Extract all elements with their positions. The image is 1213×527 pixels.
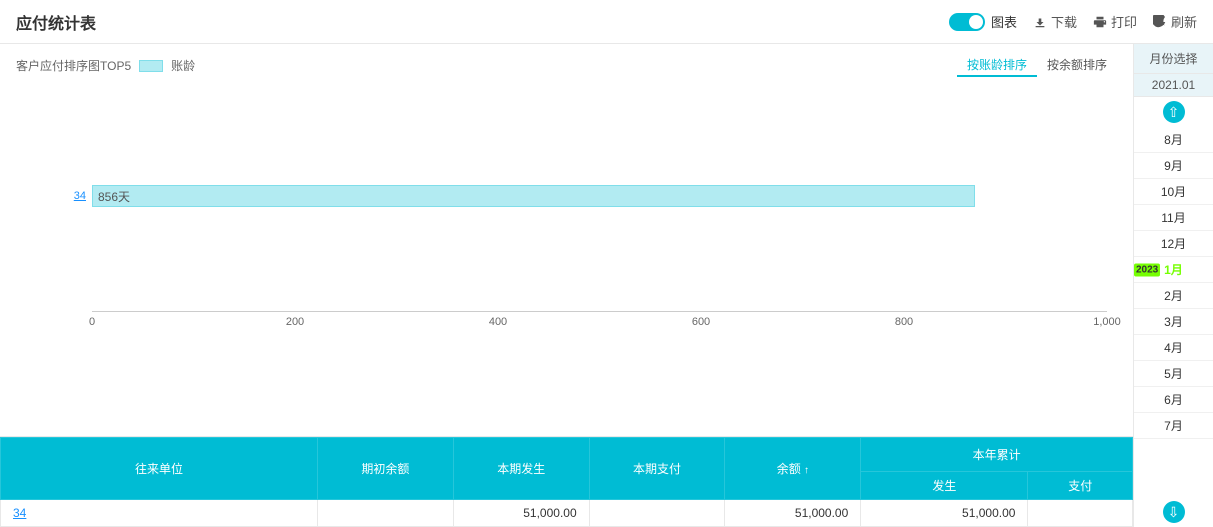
sidebar-down-button[interactable]: ⇩ — [1134, 497, 1213, 527]
print-icon — [1093, 15, 1107, 29]
col-ytd-occur: 发生 — [861, 472, 1028, 500]
page-container: 应付统计表 图表 下载 打印 刷新 — [0, 0, 1213, 527]
refresh-button[interactable]: 刷新 — [1153, 12, 1197, 31]
x-tick-200: 200 — [286, 316, 304, 328]
up-arrow-icon[interactable]: ⇧ — [1163, 101, 1185, 123]
month-item[interactable]: 3月 — [1134, 309, 1213, 335]
right-sidebar: 月份选择 2021.01 ⇧ 8月9月10月11月12月20231月2月3月4月… — [1133, 44, 1213, 527]
page-title: 应付统计表 — [16, 10, 96, 34]
month-item[interactable]: 2月 — [1134, 283, 1213, 309]
print-button[interactable]: 打印 — [1093, 12, 1137, 31]
sort-by-age-button[interactable]: 按账龄排序 — [957, 54, 1037, 77]
main-content: 客户应付排序图TOP5 账龄 按账龄排序 按余额排序 34 — [0, 44, 1213, 527]
download-icon — [1033, 15, 1047, 29]
sort-by-balance-button[interactable]: 按余额排序 — [1037, 54, 1117, 77]
cell-current-occur: 51,000.00 — [453, 500, 589, 527]
bar-days-34: 856天 — [98, 188, 130, 205]
cell-current-pay — [589, 500, 725, 527]
refresh-icon — [1153, 15, 1167, 29]
col-current-pay: 本期支付 — [589, 438, 725, 500]
x-tick-600: 600 — [692, 316, 710, 328]
cell-balance: 51,000.00 — [725, 500, 861, 527]
month-item[interactable]: 9月 — [1134, 153, 1213, 179]
chart-legend-title: 客户应付排序图TOP5 — [16, 57, 131, 74]
x-tick-400: 400 — [489, 316, 507, 328]
chart-section: 客户应付排序图TOP5 账龄 按账龄排序 按余额排序 34 — [0, 44, 1133, 437]
month-item[interactable]: 11月 — [1134, 205, 1213, 231]
col-current-occur: 本期发生 — [453, 438, 589, 500]
x-tick-1000: 1,000 — [1093, 316, 1121, 328]
x-tick-800: 800 — [895, 316, 913, 328]
chart-header: 客户应付排序图TOP5 账龄 按账龄排序 按余额排序 — [16, 54, 1117, 77]
header-actions: 图表 下载 打印 刷新 — [949, 12, 1197, 31]
chart-legend-box-label: 账龄 — [171, 57, 195, 74]
cell-ytd-pay — [1028, 500, 1133, 527]
header: 应付统计表 图表 下载 打印 刷新 — [0, 0, 1213, 44]
month-item[interactable]: 20231月 — [1134, 257, 1213, 283]
download-button[interactable]: 下载 — [1033, 12, 1077, 31]
cell-unit: 34 — [1, 500, 318, 527]
chart-toggle[interactable] — [949, 13, 985, 31]
month-item[interactable]: 10月 — [1134, 179, 1213, 205]
table-header-row: 往来单位 期初余额 本期发生 本期支付 余额 ↑ 本年累计 — [1, 438, 1133, 472]
table-section: 往来单位 期初余额 本期发生 本期支付 余额 ↑ 本年累计 发生 — [0, 437, 1133, 527]
balance-sort-icon[interactable]: ↑ — [804, 465, 809, 476]
year-badge: 2023 — [1134, 263, 1160, 276]
col-unit: 往来单位 — [1, 438, 318, 500]
col-opening: 期初余额 — [317, 438, 453, 500]
col-balance: 余额 ↑ — [725, 438, 861, 500]
chart-toggle-wrap[interactable]: 图表 — [949, 12, 1017, 31]
data-table: 往来单位 期初余额 本期发生 本期支付 余额 ↑ 本年累计 发生 — [0, 437, 1133, 527]
month-item[interactable]: 5月 — [1134, 361, 1213, 387]
col-ytd-pay: 支付 — [1028, 472, 1133, 500]
chart-toggle-label: 图表 — [991, 12, 1017, 31]
sidebar-current-display: 2021.01 — [1134, 74, 1213, 97]
bar-fill-34 — [92, 185, 975, 207]
legend-color-box — [139, 60, 163, 72]
month-item[interactable]: 12月 — [1134, 231, 1213, 257]
month-item[interactable]: 6月 — [1134, 387, 1213, 413]
cell-opening — [317, 500, 453, 527]
unit-link[interactable]: 34 — [13, 506, 26, 520]
chart-area: 客户应付排序图TOP5 账龄 按账龄排序 按余额排序 34 — [0, 44, 1133, 527]
bar-label-34[interactable]: 34 — [56, 190, 92, 202]
bar-chart: 34 856天 0 200 400 600 800 — [16, 85, 1117, 365]
sidebar-up-button[interactable]: ⇧ — [1134, 97, 1213, 127]
month-item[interactable]: 7月 — [1134, 413, 1213, 439]
table-row: 34 51,000.00 51,000.00 51,000.00 — [1, 500, 1133, 527]
chart-legend: 客户应付排序图TOP5 账龄 — [16, 57, 195, 74]
bar-row: 34 856天 — [56, 185, 1107, 207]
down-arrow-icon[interactable]: ⇩ — [1163, 501, 1185, 523]
month-item[interactable]: 8月 — [1134, 127, 1213, 153]
month-list: 8月9月10月11月12月20231月2月3月4月5月6月7月 — [1134, 127, 1213, 497]
month-item[interactable]: 4月 — [1134, 335, 1213, 361]
chart-sort-buttons: 按账龄排序 按余额排序 — [957, 54, 1117, 77]
col-ytd: 本年累计 — [861, 438, 1133, 472]
sidebar-title: 月份选择 — [1134, 44, 1213, 74]
cell-ytd-occur: 51,000.00 — [861, 500, 1028, 527]
chart-inner: 34 856天 0 200 400 600 800 — [56, 85, 1107, 335]
x-tick-0: 0 — [89, 316, 95, 328]
